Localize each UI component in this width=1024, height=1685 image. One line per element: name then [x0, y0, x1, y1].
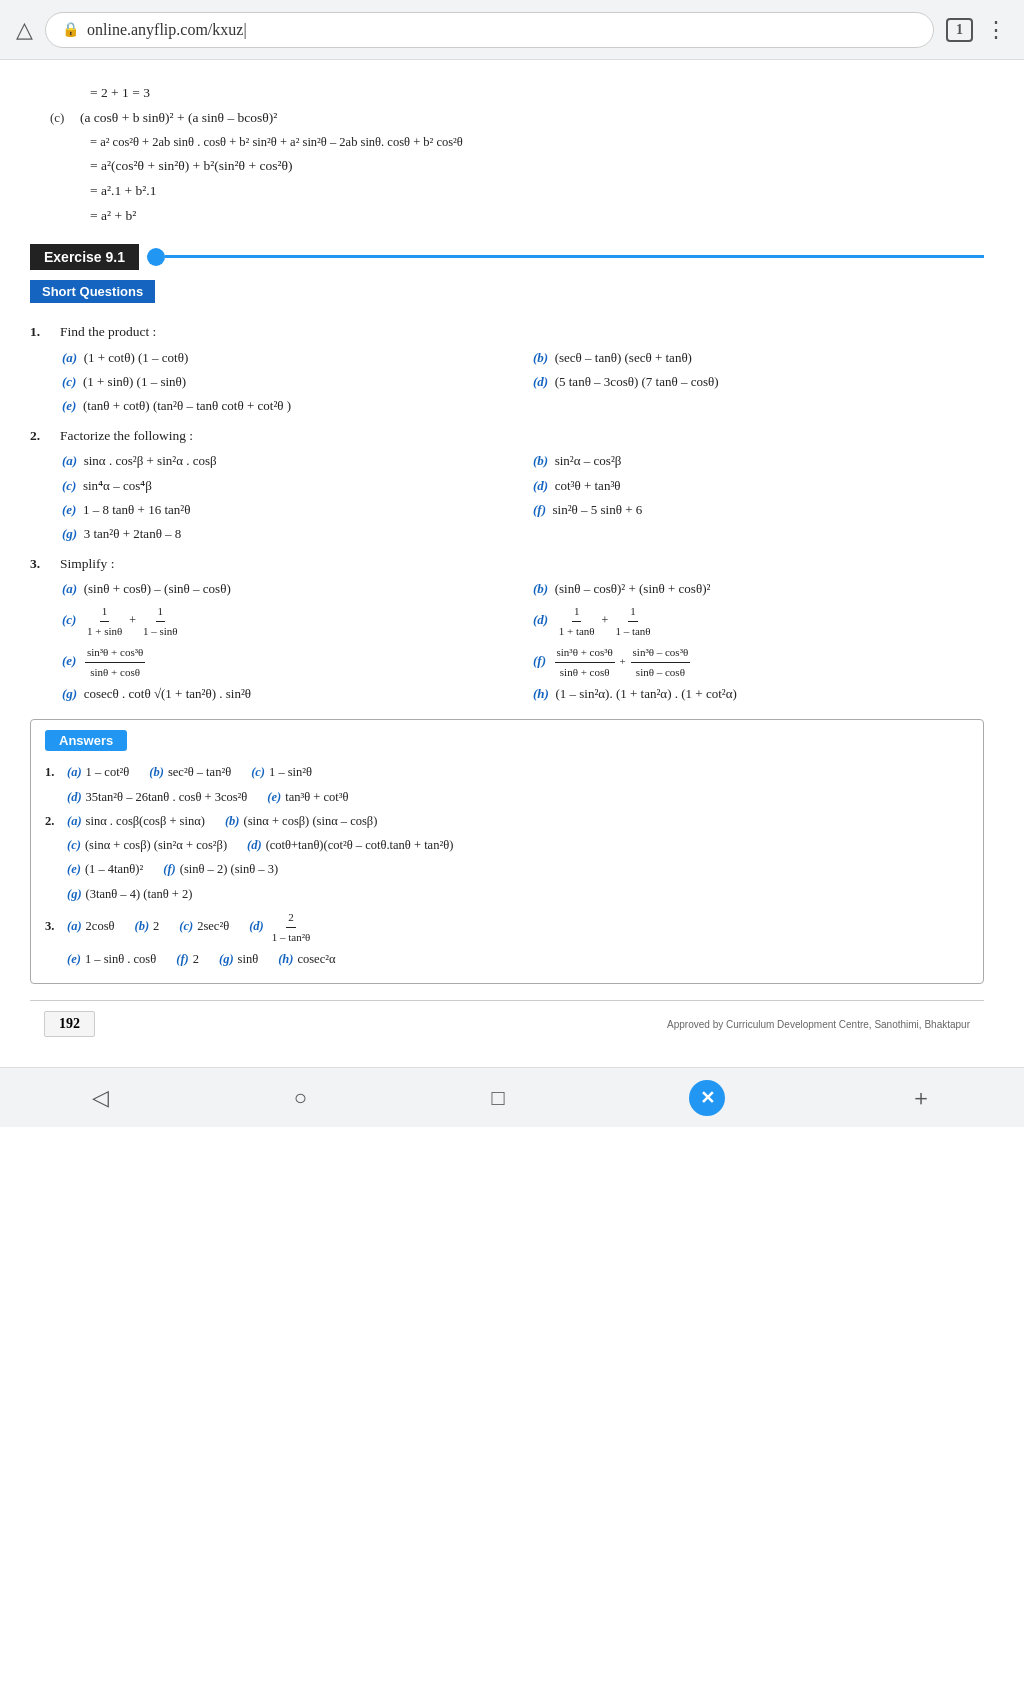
home-icon[interactable]: △: [16, 17, 33, 43]
q2b: (b) sin²α – cos²β: [533, 450, 984, 472]
q3b: (b) (sinθ – cosθ)² + (sinθ + cosθ)²: [533, 578, 984, 600]
answer-3-row2: (e) 1 – sinθ . cosθ (f) 2 (g) sinθ (h) c…: [45, 949, 969, 970]
url-text: online.anyflip.com/kxuz|: [87, 21, 247, 39]
nav-back-icon[interactable]: ◁: [92, 1085, 109, 1111]
question-1-items: (a) (1 + cotθ) (1 – cotθ) (b) (secθ – ta…: [30, 347, 984, 417]
math-line-5: = a² + b²: [30, 205, 984, 228]
question-2: 2. Factorize the following :: [30, 425, 984, 447]
answer-2-row: 2. (a) sinα . cosβ(cosβ + sinα) (b) (sin…: [45, 811, 969, 832]
exercise-blue-bar: [165, 255, 984, 258]
q1e: (e) (tanθ + cotθ) (tan²θ – tanθ cotθ + c…: [62, 395, 984, 417]
question-3: 3. Simplify :: [30, 553, 984, 575]
url-bar[interactable]: 🔒 online.anyflip.com/kxuz|: [45, 12, 934, 48]
answer-2-row4: (g) (3tanθ – 4) (tanθ + 2): [45, 884, 969, 905]
q1c: (c) (1 + sinθ) (1 – sinθ): [62, 371, 513, 393]
q1a: (a) (1 + cotθ) (1 – cotθ): [62, 347, 513, 369]
close-overlay-icon[interactable]: ✕: [689, 1080, 725, 1116]
q2a: (a) sinα . cos²β + sin²α . cosβ: [62, 450, 513, 472]
q3a: (a) (sinθ + cosθ) – (sinθ – cosθ): [62, 578, 513, 600]
exercise-title: Exercise 9.1: [30, 244, 139, 270]
answer-2-row3: (e) (1 – 4tanθ)² (f) (sinθ – 2) (sinθ – …: [45, 859, 969, 880]
q3d: (d) 11 + tanθ + 11 – tanθ: [533, 602, 984, 640]
nav-recents-icon[interactable]: □: [491, 1085, 504, 1111]
q3g: (g) cosecθ . cotθ √(1 + tan²θ) . sin²θ: [62, 683, 513, 705]
question-1: 1. Find the product :: [30, 321, 984, 343]
bottom-nav: ◁ ○ □ ✕ ＋: [0, 1067, 1024, 1127]
q2c: (c) sin⁴α – cos⁴β: [62, 475, 513, 497]
math-line-2: = a² cos²θ + 2ab sinθ . cosθ + b² sin²θ …: [30, 132, 984, 153]
q3f: (f) sin³θ + cos³θsinθ + cosθ + sin³θ – c…: [533, 643, 984, 681]
math-line-3: = a²(cos²θ + sin²θ) + b²(sin²θ + cos²θ): [30, 155, 984, 178]
q1b: (b) (secθ – tanθ) (secθ + tanθ): [533, 347, 984, 369]
nav-add-icon[interactable]: ＋: [910, 1083, 932, 1113]
answers-header: Answers: [45, 730, 127, 751]
tab-count[interactable]: 1: [946, 18, 973, 42]
answer-1-row: 1. (a) 1 – cot²θ (b) sec²θ – tan²θ (c) 1…: [45, 762, 969, 783]
page-number: 192: [44, 1011, 95, 1037]
q3c: (c) 11 + sinθ + 11 – sinθ: [62, 602, 513, 640]
exercise-dot: [147, 248, 165, 266]
browser-chrome: △ 🔒 online.anyflip.com/kxuz| 1 ⋮: [0, 0, 1024, 60]
math-derivation: = 2 + 1 = 3 (c) (a cosθ + b sinθ)² + (a …: [30, 82, 984, 228]
page-footer: 192 Approved by Curriculum Development C…: [30, 1000, 984, 1047]
q2f: (f) sin²θ – 5 sinθ + 6: [533, 499, 984, 521]
question-3-items: (a) (sinθ + cosθ) – (sinθ – cosθ) (b) (s…: [30, 578, 984, 705]
q2g: (g) 3 tan²θ + 2tanθ – 8: [62, 523, 984, 545]
nav-home-icon[interactable]: ○: [294, 1085, 307, 1111]
math-line-c: (c) (a cosθ + b sinθ)² + (a sinθ – bcosθ…: [30, 107, 984, 130]
exercise-header: Exercise 9.1: [30, 244, 984, 270]
q3e: (e) sin³θ + cos³θsinθ + cosθ: [62, 643, 513, 681]
q1d: (d) (5 tanθ – 3cosθ) (7 tanθ – cosθ): [533, 371, 984, 393]
answer-1-row2: (d) 35tan²θ – 26tanθ . cosθ + 3cos²θ (e)…: [45, 787, 969, 808]
browser-menu-icon[interactable]: ⋮: [985, 17, 1008, 43]
questions-section: 1. Find the product : (a) (1 + cotθ) (1 …: [30, 321, 984, 705]
lock-icon: 🔒: [62, 21, 79, 38]
math-line-4: = a².1 + b².1: [30, 180, 984, 203]
footer-approval-text: Approved by Curriculum Development Centr…: [667, 1019, 970, 1030]
answers-section: Answers 1. (a) 1 – cot²θ (b) sec²θ – tan…: [30, 719, 984, 984]
math-line-1: = 2 + 1 = 3: [30, 82, 984, 105]
page-content: = 2 + 1 = 3 (c) (a cosθ + b sinθ)² + (a …: [0, 60, 1024, 1067]
short-questions-header: Short Questions: [30, 280, 155, 303]
answer-2-row2: (c) (sinα + cosβ) (sin²α + cos²β) (d) (c…: [45, 835, 969, 856]
question-2-items: (a) sinα . cos²β + sin²α . cosβ (b) sin²…: [30, 450, 984, 544]
q3h: (h) (1 – sin²α). (1 + tan²α) . (1 + cot²…: [533, 683, 984, 705]
answer-3-row: 3. (a) 2cosθ (b) 2 (c) 2sec²θ (d) 21 – t…: [45, 908, 969, 946]
q2d: (d) cot³θ + tan³θ: [533, 475, 984, 497]
q2e: (e) 1 – 8 tanθ + 16 tan²θ: [62, 499, 513, 521]
